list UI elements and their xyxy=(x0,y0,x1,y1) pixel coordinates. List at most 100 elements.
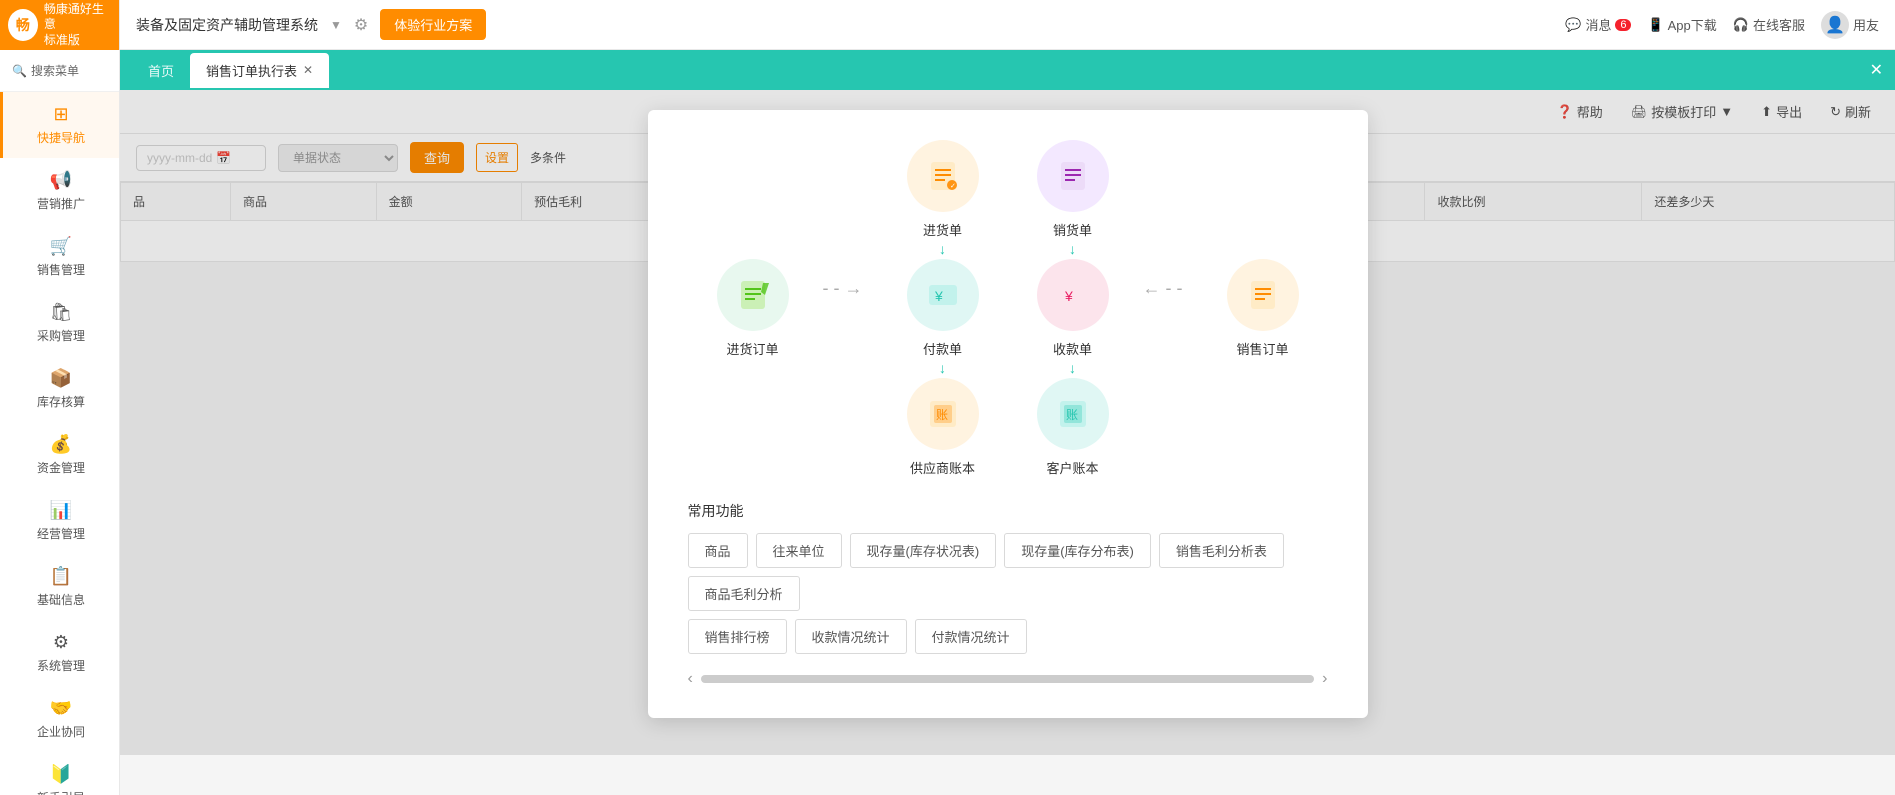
top-bar: 装备及固定资产辅助管理系统 ▼ ⚙ 体验行业方案 💬 消息 6 📱 App下载 … xyxy=(120,0,1895,50)
sidebar-item-marketing[interactable]: 📢 营销推广 xyxy=(0,158,119,224)
app-download-button[interactable]: 📱 App下载 xyxy=(1647,15,1716,34)
sidebar: 畅 畅康通好生意 标准版 🔍 搜索菜单 ⊞ 快捷导航 📢 营销推广 🛒 xyxy=(0,0,120,795)
sidebar-item-enterprise[interactable]: 🤝 企业协同 xyxy=(0,686,119,752)
sidebar-item-inventory[interactable]: 📦 库存核算 xyxy=(0,356,119,422)
flow-item-supplier-ledger[interactable]: 账 供应商账本 xyxy=(878,378,1008,477)
sidebar-item-label: 库存核算 xyxy=(37,393,85,410)
sidebar-item-purchase[interactable]: 🛍 采购管理 xyxy=(0,290,119,356)
receipt-label: 收款单 xyxy=(1053,339,1092,358)
system-dropdown-icon[interactable]: ▼ xyxy=(330,18,342,32)
sales-icon: 🛒 xyxy=(50,236,72,257)
sidebar-item-system[interactable]: ⚙ 系统管理 xyxy=(0,620,119,686)
online-service-button[interactable]: 🎧 在线客服 xyxy=(1733,15,1805,34)
sidebar-item-quick-nav[interactable]: ⊞ 快捷导航 xyxy=(0,92,119,158)
sidebar-item-label: 基础信息 xyxy=(37,591,85,608)
sales-bill-circle xyxy=(1037,140,1109,212)
purchase-bill-circle: ✓ xyxy=(907,140,979,212)
scroll-bar[interactable] xyxy=(701,675,1314,683)
sidebar-item-base-info[interactable]: 📋 基础信息 xyxy=(0,554,119,620)
main-content: 装备及固定资产辅助管理系统 ▼ ⚙ 体验行业方案 💬 消息 6 📱 App下载 … xyxy=(120,0,1895,795)
svg-text:✓: ✓ xyxy=(950,183,956,190)
sidebar-item-label: 经营管理 xyxy=(37,525,85,542)
flow-item-sales-bill[interactable]: 销货单 xyxy=(1008,140,1138,239)
popup-overlay: 进货订单 - - → xyxy=(120,90,1895,755)
tab-sales-order[interactable]: 销售订单执行表 ✕ xyxy=(190,53,329,88)
sidebar-item-label: 快捷导航 xyxy=(37,129,85,146)
sales-order-label: 销售订单 xyxy=(1236,339,1288,358)
sidebar-item-label: 销售管理 xyxy=(37,261,85,278)
sidebar-item-beginner[interactable]: 🔰 新手引导 xyxy=(0,752,119,795)
arrow-1: - - → xyxy=(818,278,878,319)
tab-close-icon[interactable]: ✕ xyxy=(303,63,313,77)
message-button[interactable]: 💬 消息 6 xyxy=(1565,15,1631,34)
arrow-down-3: ↓ xyxy=(1069,241,1076,257)
sidebar-item-finance[interactable]: 💰 资金管理 xyxy=(0,422,119,488)
logo-icon: 畅 xyxy=(8,9,38,41)
svg-text:账: 账 xyxy=(936,408,948,422)
flow-item-receipt[interactable]: ¥ 收款单 xyxy=(1008,259,1138,358)
scroll-hint: ‹ › xyxy=(688,670,1328,688)
marketing-icon: 📢 xyxy=(50,170,72,191)
purchase-bill-label: 进货单 xyxy=(923,220,962,239)
flow-item-purchase-bill[interactable]: ✓ 进货单 xyxy=(878,140,1008,239)
sidebar-item-sales[interactable]: 🛒 销售管理 xyxy=(0,224,119,290)
system-title: 装备及固定资产辅助管理系统 xyxy=(136,15,318,35)
trial-button[interactable]: 体验行业方案 xyxy=(380,9,486,40)
sales-bill-label: 销货单 xyxy=(1053,220,1092,239)
receipt-circle: ¥ xyxy=(1037,259,1109,331)
quick-nav-icon: ⊞ xyxy=(53,104,68,125)
flow-item-customer-ledger[interactable]: 账 客户账本 xyxy=(1008,378,1138,477)
arrow-down-4: ↓ xyxy=(1069,360,1076,376)
func-buttons-row1: 商品 往来单位 现存量(库存状况表) 现存量(库存分布表) 销售毛利分析表 商品… xyxy=(688,533,1328,611)
func-btn-counterparty[interactable]: 往来单位 xyxy=(756,533,842,568)
flow-item-sales-order[interactable]: 销售订单 xyxy=(1198,259,1328,358)
operations-icon: 📊 xyxy=(50,500,72,521)
sidebar-item-operations[interactable]: 📊 经营管理 xyxy=(0,488,119,554)
tab-bar-close-icon[interactable]: ✕ xyxy=(1870,60,1883,80)
arrow-down-2: ↓ xyxy=(939,360,946,376)
search-icon: 🔍 xyxy=(12,64,27,78)
user-avatar: 👤 xyxy=(1821,11,1849,39)
svg-text:账: 账 xyxy=(1066,408,1078,422)
tab-home[interactable]: 首页 xyxy=(132,53,190,88)
content-inner: 首页 销售订单执行表 ✕ ✕ ❓ 帮助 xyxy=(120,50,1895,755)
supplier-label: 供应商账本 xyxy=(910,458,975,477)
sidebar-item-label: 资金管理 xyxy=(37,459,85,476)
func-btn-sales-profit[interactable]: 销售毛利分析表 xyxy=(1159,533,1284,568)
func-btn-receipt-stats[interactable]: 收款情况统计 xyxy=(795,619,907,654)
flow-item-payment[interactable]: ¥ 付款单 xyxy=(878,259,1008,358)
purchase-icon: 🛍 xyxy=(50,302,73,323)
scroll-left-icon[interactable]: ‹ xyxy=(688,670,693,688)
func-btn-stock-dist[interactable]: 现存量(库存分布表) xyxy=(1004,533,1151,568)
arrow-down-1: ↓ xyxy=(939,241,946,257)
flow-item-purchase-order[interactable]: 进货订单 xyxy=(688,259,818,358)
sidebar-item-label: 新手引导 xyxy=(37,789,85,795)
search-menu-button[interactable]: 🔍 搜索菜单 xyxy=(8,58,111,83)
sidebar-nav: ⊞ 快捷导航 📢 营销推广 🛒 销售管理 🛍 采购管理 📦 库存核算 💰 xyxy=(0,92,119,795)
sidebar-item-label: 系统管理 xyxy=(37,657,85,674)
common-functions: 常用功能 商品 往来单位 现存量(库存状况表) 现存量(库存分布表) 销售毛利分… xyxy=(688,501,1328,654)
message-icon: 💬 xyxy=(1565,17,1581,33)
settings-icon[interactable]: ⚙ xyxy=(354,15,368,35)
payment-circle: ¥ xyxy=(907,259,979,331)
func-btn-stock-status[interactable]: 现存量(库存状况表) xyxy=(850,533,997,568)
username: 用友 xyxy=(1853,15,1879,34)
user-menu[interactable]: 👤 用友 xyxy=(1821,11,1879,39)
func-btn-payment-stats[interactable]: 付款情况统计 xyxy=(915,619,1027,654)
headset-icon: 🎧 xyxy=(1733,17,1749,33)
arrow-2: ← - - xyxy=(1138,278,1198,319)
enterprise-icon: 🤝 xyxy=(50,698,72,719)
beginner-icon: 🔰 xyxy=(50,764,72,785)
flow-popup: 进货订单 - - → xyxy=(648,110,1368,718)
func-btn-sales-rank[interactable]: 销售排行榜 xyxy=(688,619,787,654)
payment-label: 付款单 xyxy=(923,339,962,358)
sidebar-logo: 畅 畅康通好生意 标准版 xyxy=(0,0,119,50)
func-btn-goods-profit[interactable]: 商品毛利分析 xyxy=(688,576,800,611)
func-btn-goods[interactable]: 商品 xyxy=(688,533,748,568)
scroll-right-icon[interactable]: › xyxy=(1322,670,1327,688)
sidebar-item-label: 采购管理 xyxy=(37,327,85,344)
inventory-icon: 📦 xyxy=(50,368,72,389)
finance-icon: 💰 xyxy=(50,434,72,455)
base-info-icon: 📋 xyxy=(50,566,72,587)
supplier-circle: 账 xyxy=(907,378,979,450)
